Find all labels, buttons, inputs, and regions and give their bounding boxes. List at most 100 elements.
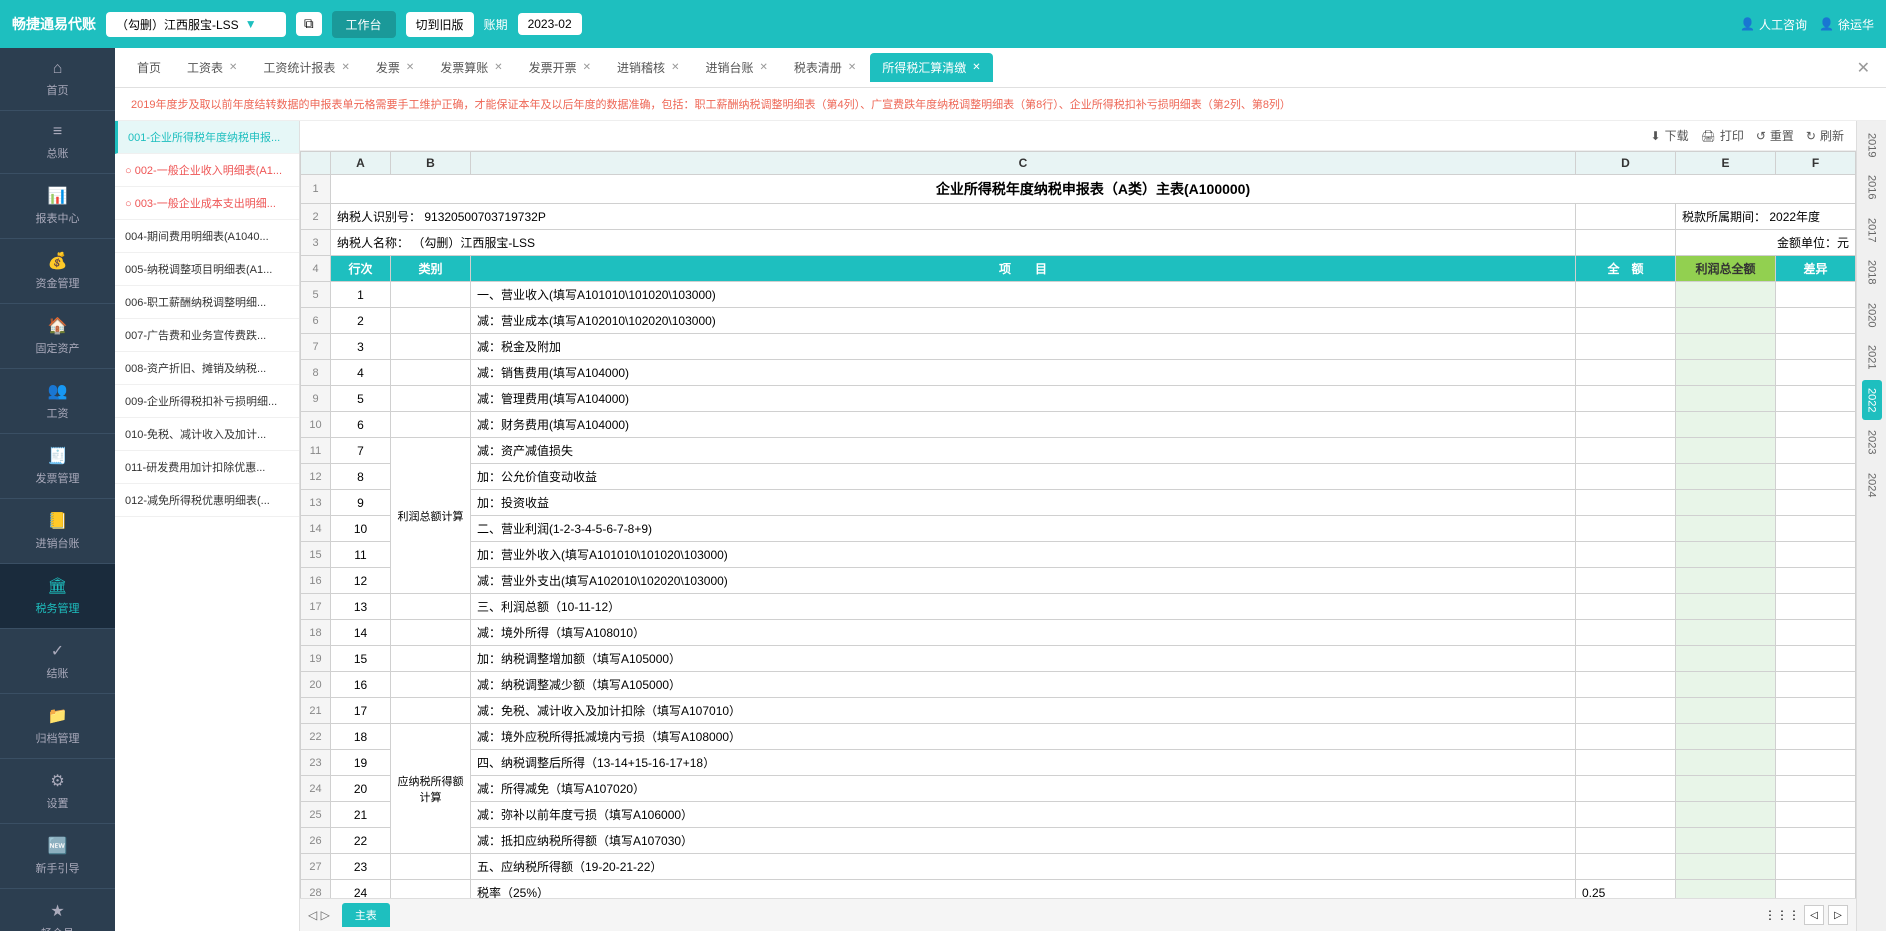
print-button[interactable]: 🖨 打印 bbox=[1701, 127, 1744, 144]
year-item-2018[interactable]: 2018 bbox=[1862, 252, 1882, 292]
table-area: ⬇ 下载 🖨 打印 ↺ 重置 ↻ 刷新 bbox=[300, 121, 1856, 931]
col-header-a: A bbox=[331, 152, 391, 175]
close-icon[interactable]: ✕ bbox=[341, 62, 349, 73]
table-row: 19 15 加：纳税调整增加额（填写A105000） bbox=[301, 646, 1856, 672]
close-icon[interactable]: ✕ bbox=[759, 62, 767, 73]
list-item-003[interactable]: ○ 003-一般企业成本支出明细... bbox=[115, 187, 299, 220]
table-row: 2 纳税人识别号： 91320500703719732P 税款所属期间： 202… bbox=[301, 204, 1856, 230]
print-icon: 🖨 bbox=[1701, 129, 1716, 143]
workbench-button[interactable]: 工作台 bbox=[332, 11, 396, 38]
ledger-icon: ≡ bbox=[53, 123, 62, 141]
sidebar-label-guide: 新手引导 bbox=[36, 860, 80, 876]
download-button[interactable]: ⬇ 下载 bbox=[1651, 127, 1689, 144]
close-icon[interactable]: ✕ bbox=[494, 62, 502, 73]
sidebar-item-invoices[interactable]: 🧾 发票管理 bbox=[0, 434, 115, 499]
sheet-nav-arrows[interactable]: ◁ ▷ bbox=[308, 908, 330, 922]
sidebar-item-ledger[interactable]: ≡ 总账 bbox=[0, 111, 115, 174]
table-row: 28 24 税率（25%） 0.25 bbox=[301, 880, 1856, 899]
list-panel: 001-企业所得税年度纳税申报... ○ 002-一般企业收入明细表(A1...… bbox=[115, 121, 300, 931]
year-item-2021[interactable]: 2021 bbox=[1862, 337, 1882, 377]
list-item-007[interactable]: 007-广告费和业务宣传费跌... bbox=[115, 319, 299, 352]
sidebar-item-member[interactable]: ★ 畅会员 bbox=[0, 889, 115, 931]
close-icon[interactable]: ✕ bbox=[583, 62, 591, 73]
reset-button[interactable]: ↺ 重置 bbox=[1756, 127, 1794, 144]
scroll-right-btn[interactable]: ▷ bbox=[1828, 905, 1848, 925]
sidebar-item-reports[interactable]: 📊 报表中心 bbox=[0, 174, 115, 239]
list-item-002[interactable]: ○ 002-一般企业收入明细表(A1... bbox=[115, 154, 299, 187]
company-name-display: （勾删）江西服宝-LSS bbox=[116, 16, 239, 33]
tab-sales-ledger[interactable]: 进销台账✕ bbox=[693, 53, 779, 82]
scroll-indicator: ⋮⋮⋮ ◁ ▷ bbox=[1764, 905, 1848, 925]
sidebar-label-tax: 税务管理 bbox=[36, 600, 80, 616]
tab-invoice[interactable]: 发票✕ bbox=[364, 53, 426, 82]
list-item-009[interactable]: 009-企业所得税扣补亏损明细... bbox=[115, 385, 299, 418]
period-label: 账期 bbox=[484, 16, 508, 33]
tab-invoice-open[interactable]: 发票开票✕ bbox=[517, 53, 603, 82]
sidebar-item-payroll[interactable]: 👥 工资 bbox=[0, 369, 115, 434]
company-selector[interactable]: （勾删）江西服宝-LSS ▼ bbox=[106, 12, 286, 37]
close-icon[interactable]: ✕ bbox=[229, 62, 237, 73]
list-item-006[interactable]: 006-职工薪酬纳税调整明细... bbox=[115, 286, 299, 319]
tax-icon: 🏛 bbox=[47, 576, 67, 596]
copy-button[interactable]: ⧉ bbox=[296, 12, 322, 36]
refresh-button[interactable]: ↻ 刷新 bbox=[1806, 127, 1844, 144]
list-item-008[interactable]: 008-资产折旧、摊销及纳税... bbox=[115, 352, 299, 385]
table-row: 7 3 减：税金及附加 bbox=[301, 334, 1856, 360]
year-item-2024[interactable]: 2024 bbox=[1862, 465, 1882, 505]
user-profile[interactable]: 👤 徐运华 bbox=[1819, 16, 1874, 33]
list-item-005[interactable]: 005-纳税调整项目明细表(A1... bbox=[115, 253, 299, 286]
year-item-2017[interactable]: 2017 bbox=[1862, 210, 1882, 250]
sidebar-item-tax[interactable]: 🏛 税务管理 bbox=[0, 564, 115, 629]
sheet-tab-main[interactable]: 主表 bbox=[342, 903, 390, 927]
tab-invoice-calc[interactable]: 发票算账✕ bbox=[428, 53, 514, 82]
tab-home[interactable]: 首页 bbox=[125, 53, 173, 82]
sidebar-item-finance[interactable]: 💰 资金管理 bbox=[0, 239, 115, 304]
close-icon[interactable]: ✕ bbox=[848, 62, 856, 73]
list-item-010[interactable]: 010-免税、减计收入及加计... bbox=[115, 418, 299, 451]
sidebar-item-guide[interactable]: 🆕 新手引导 bbox=[0, 824, 115, 889]
year-item-2023[interactable]: 2023 bbox=[1862, 422, 1882, 462]
tab-tax-clearance[interactable]: 税表清册✕ bbox=[782, 53, 868, 82]
table-row: 13 9 加：投资收益 bbox=[301, 490, 1856, 516]
tab-sales-audit[interactable]: 进销稽核✕ bbox=[605, 53, 691, 82]
list-item-004[interactable]: 004-期间费用明细表(A1040... bbox=[115, 220, 299, 253]
finance-icon: 💰 bbox=[48, 251, 68, 271]
period-selector[interactable]: 2023-02 bbox=[518, 13, 582, 35]
year-item-2019[interactable]: 2019 bbox=[1862, 125, 1882, 165]
table-row: 20 16 减：纳税调整减少额（填写A105000） bbox=[301, 672, 1856, 698]
ai-icon: 👤 bbox=[1740, 17, 1755, 31]
sidebar-item-home[interactable]: ⌂ 首页 bbox=[0, 48, 115, 111]
year-item-2020[interactable]: 2020 bbox=[1862, 295, 1882, 335]
assets-icon: 🏠 bbox=[48, 316, 68, 336]
table-row: 9 5 减：管理费用(填写A104000) bbox=[301, 386, 1856, 412]
sidebar-item-archive[interactable]: 📁 归档管理 bbox=[0, 694, 115, 759]
ai-consult[interactable]: 👤 人工咨询 bbox=[1740, 16, 1807, 33]
table-row: 14 10 二、营业利润(1-2-3-4-5-6-7-8+9) bbox=[301, 516, 1856, 542]
sidebar-item-settings[interactable]: ⚙ 设置 bbox=[0, 759, 115, 824]
table-row: 21 17 减：免税、减计收入及加计扣除（填写A107010） bbox=[301, 698, 1856, 724]
spreadsheet-container: A B C D E F 1 企业所 bbox=[300, 151, 1856, 898]
list-item-011[interactable]: 011-研发费用加计扣除优惠... bbox=[115, 451, 299, 484]
switch-old-button[interactable]: 切到旧版 bbox=[406, 12, 474, 37]
guide-icon: 🆕 bbox=[48, 836, 68, 856]
list-item-001[interactable]: 001-企业所得税年度纳税申报... bbox=[115, 121, 299, 154]
tab-income-tax[interactable]: 所得税汇算清缴✕ bbox=[870, 53, 992, 82]
tab-bar-close[interactable]: ✕ bbox=[1851, 58, 1876, 78]
table-row: 8 4 减：销售费用(填写A104000) bbox=[301, 360, 1856, 386]
col-header-chayi: 差异 bbox=[1776, 256, 1856, 282]
year-item-2016[interactable]: 2016 bbox=[1862, 167, 1882, 207]
scroll-left-btn[interactable]: ◁ bbox=[1804, 905, 1824, 925]
list-item-012[interactable]: 012-减免所得税优惠明细表(... bbox=[115, 484, 299, 517]
close-icon[interactable]: ✕ bbox=[406, 62, 414, 73]
close-icon[interactable]: ✕ bbox=[972, 62, 980, 73]
sidebar-item-sales[interactable]: 📒 进销台账 bbox=[0, 499, 115, 564]
close-icon[interactable]: ✕ bbox=[671, 62, 679, 73]
tab-payroll[interactable]: 工资表✕ bbox=[175, 53, 249, 82]
content-area: 首页 工资表✕ 工资统计报表✕ 发票✕ 发票算账✕ 发票开票✕ 进销稽核✕ 进销… bbox=[115, 48, 1886, 931]
settings-icon: ⚙ bbox=[50, 771, 64, 791]
tab-payroll-report[interactable]: 工资统计报表✕ bbox=[251, 53, 361, 82]
year-item-2022[interactable]: 2022 bbox=[1862, 380, 1882, 420]
table-row: 24 20 减：所得减免（填写A107020） bbox=[301, 776, 1856, 802]
sidebar-item-close[interactable]: ✓ 结账 bbox=[0, 629, 115, 694]
sidebar-item-assets[interactable]: 🏠 固定资产 bbox=[0, 304, 115, 369]
